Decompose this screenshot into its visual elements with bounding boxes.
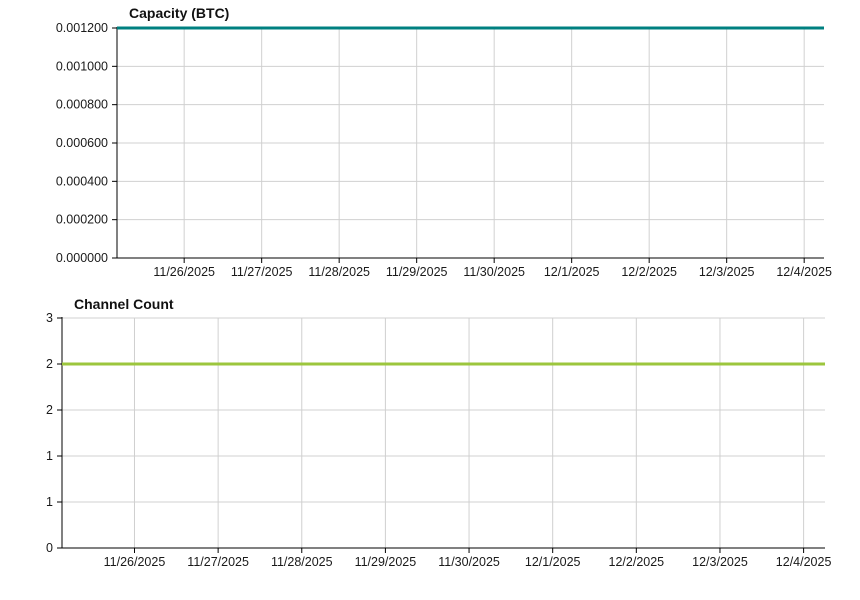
y-tick-label: 0.000400 <box>56 174 108 188</box>
channel-count-chart: 3 2 2 1 1 0 11/26/2025 11/27/2025 11/28/2025 11/2… <box>46 311 831 569</box>
x-tick-label: 11/30/2025 <box>463 265 525 279</box>
x-tick-label: 11/27/2025 <box>231 265 293 279</box>
chart-canvas: Capacity (BTC) Channel Count 0.001200 0.0… <box>0 0 860 600</box>
y-tick-label: 0.001000 <box>56 59 108 73</box>
x-tick-label: 12/2/2025 <box>609 555 665 569</box>
x-tick-label: 11/29/2025 <box>355 555 417 569</box>
y-tick-label: 0.001200 <box>56 21 108 35</box>
x-tick-label: 11/30/2025 <box>438 555 500 569</box>
x-tick-label: 11/29/2025 <box>386 265 448 279</box>
x-tick-label: 11/26/2025 <box>153 265 215 279</box>
x-tick-label: 12/2/2025 <box>621 265 677 279</box>
y-tick-label: 0 <box>46 541 53 555</box>
x-tick-label: 12/3/2025 <box>699 265 755 279</box>
x-tick-label: 11/28/2025 <box>308 265 370 279</box>
y-tick-label: 0.000600 <box>56 136 108 150</box>
y-tick-label: 1 <box>46 449 53 463</box>
y-tick-label: 2 <box>46 403 53 417</box>
y-tick-label: 2 <box>46 357 53 371</box>
y-tick-label: 1 <box>46 495 53 509</box>
y-tick-label: 0.000800 <box>56 98 108 112</box>
capacity-chart: 0.001200 0.001000 0.000800 0.000600 0.000400… <box>56 21 832 279</box>
x-tick-label: 12/4/2025 <box>776 555 832 569</box>
charts-plot-area: 0.001200 0.001000 0.000800 0.000600 0.000400… <box>46 21 832 569</box>
x-tick-label: 11/26/2025 <box>104 555 166 569</box>
x-tick-label: 12/1/2025 <box>544 265 600 279</box>
x-tick-label: 12/3/2025 <box>692 555 748 569</box>
y-tick-label: 0.000000 <box>56 251 108 265</box>
x-tick-label: 12/4/2025 <box>776 265 832 279</box>
x-tick-label: 11/28/2025 <box>271 555 333 569</box>
x-tick-label: 11/27/2025 <box>187 555 249 569</box>
y-tick-label: 0.000200 <box>56 213 108 227</box>
x-tick-label: 12/1/2025 <box>525 555 581 569</box>
y-tick-label: 3 <box>46 311 53 325</box>
